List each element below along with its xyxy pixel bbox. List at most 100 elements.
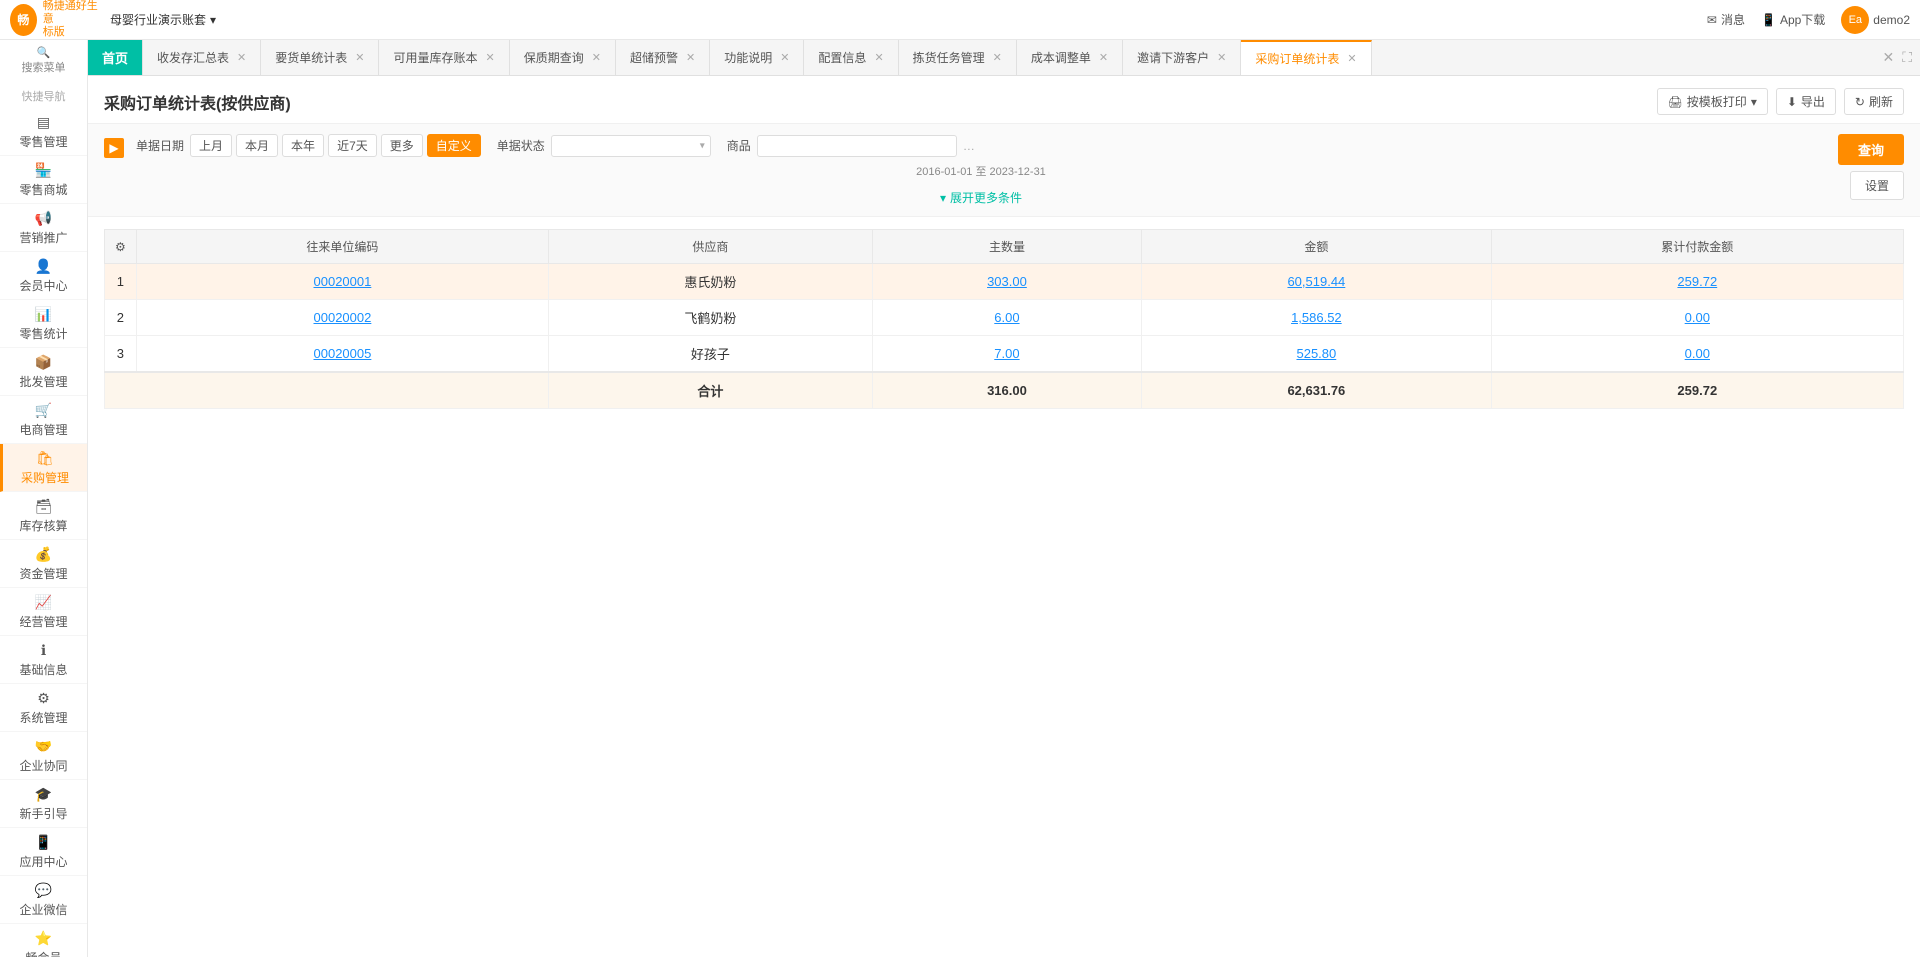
retail-mall-icon: 🏪: [35, 162, 52, 179]
row3-code[interactable]: 00020005: [136, 336, 548, 373]
close-tab-config-info[interactable]: ✕: [874, 51, 883, 64]
tab-function-desc[interactable]: 功能说明 ✕: [710, 40, 804, 76]
filter-group-goods: 商品 …: [727, 135, 975, 157]
tab-config-info[interactable]: 配置信息 ✕: [804, 40, 898, 76]
close-tab-receive-summary[interactable]: ✕: [237, 51, 246, 64]
tab-overstock-alert[interactable]: 超储预警 ✕: [616, 40, 710, 76]
sidebar-item-finance[interactable]: 💰 资金管理: [0, 540, 87, 588]
row1-paid[interactable]: 259.72: [1491, 264, 1903, 300]
date-range-display: 2016-01-01 至 2023-12-31: [916, 163, 1046, 179]
date-btn-custom[interactable]: 自定义: [427, 134, 481, 157]
sidebar-item-member[interactable]: ⭐ 畅会员: [0, 924, 87, 957]
footer-amount: 62,631.76: [1142, 372, 1492, 409]
sidebar-item-retail-mgmt[interactable]: ▤ 零售管理: [0, 108, 87, 156]
ops-icon: 📈: [35, 594, 52, 611]
refresh-button[interactable]: ↻ 刷新: [1844, 88, 1904, 115]
table-row: 2 00020002 飞鹤奶粉 6.00 1,586.52 0.00: [105, 300, 1904, 336]
sidebar-item-retail-stats[interactable]: 📊 零售统计: [0, 300, 87, 348]
app-center-icon: 📱: [35, 834, 52, 851]
sidebar-item-marketing[interactable]: 📢 营销推广: [0, 204, 87, 252]
ecommerce-icon: 🛒: [35, 402, 52, 419]
close-tab-pick-task-mgmt[interactable]: ✕: [993, 51, 1002, 64]
sidebar-item-wholesale-mgmt[interactable]: 📦 批发管理: [0, 348, 87, 396]
filter-toggle-btn[interactable]: ▶: [104, 138, 124, 158]
close-tab-invite-downstream[interactable]: ✕: [1217, 51, 1226, 64]
close-tab-warranty-query[interactable]: ✕: [592, 51, 601, 64]
maximize-btn[interactable]: ⛶: [1902, 49, 1912, 66]
row3-paid[interactable]: 0.00: [1491, 336, 1903, 373]
sidebar-item-member-center[interactable]: 👤 会员中心: [0, 252, 87, 300]
row3-qty[interactable]: 7.00: [872, 336, 1141, 373]
sidebar-item-basic-info[interactable]: ℹ 基础信息: [0, 636, 87, 684]
workspace-selector[interactable]: 母婴行业演示账套 ▾: [110, 11, 1695, 28]
col-code: 往来单位编码: [136, 230, 548, 264]
tab-purchase-order-stats[interactable]: 采购订单统计表 ✕: [1241, 40, 1371, 76]
date-btn-last-month[interactable]: 上月: [190, 134, 232, 157]
tab-cost-adjust[interactable]: 成本调整单 ✕: [1017, 40, 1123, 76]
close-tab-purchase-summary[interactable]: ✕: [355, 51, 364, 64]
logo-area: 畅 畅捷通好生意 标版: [10, 0, 98, 39]
user-profile[interactable]: Ea demo2: [1841, 6, 1910, 34]
date-btn-7days[interactable]: 近7天: [328, 134, 377, 157]
print-button[interactable]: 🖨 按模板打印 ▾: [1657, 88, 1768, 115]
status-select[interactable]: [551, 135, 711, 157]
row2-qty[interactable]: 6.00: [872, 300, 1141, 336]
date-btn-more[interactable]: 更多: [381, 134, 423, 157]
sidebar-item-enterprise-wechat[interactable]: 💬 企业微信: [0, 876, 87, 924]
sidebar-item-sys-mgmt[interactable]: ⚙ 系统管理: [0, 684, 87, 732]
sidebar-item-ecommerce-mgmt[interactable]: 🛒 电商管理: [0, 396, 87, 444]
close-all-tabs-btn[interactable]: ✕: [1882, 49, 1894, 66]
row2-seq: 2: [105, 300, 137, 336]
sidebar: 🔍 搜索菜单 快捷导航 ▤ 零售管理 🏪 零售商城 📢 营销推广 👤 会员中心 …: [0, 40, 88, 957]
row3-amount[interactable]: 525.80: [1142, 336, 1492, 373]
content-area: 首页 收发存汇总表 ✕ 要货单统计表 ✕ 可用量库存账本 ✕ 保质期查询 ✕ 超…: [88, 40, 1920, 957]
date-btn-this-month[interactable]: 本月: [236, 134, 278, 157]
query-button[interactable]: 查询: [1838, 134, 1904, 165]
close-tab-overstock-alert[interactable]: ✕: [686, 51, 695, 64]
expand-more-btn[interactable]: ▾ 展开更多条件: [940, 189, 1022, 206]
message-btn[interactable]: ✉ 消息: [1707, 11, 1745, 28]
export-icon: ⬇: [1787, 95, 1797, 109]
sidebar-item-enterprise-collab[interactable]: 🤝 企业协同: [0, 732, 87, 780]
close-tab-cost-adjust[interactable]: ✕: [1099, 51, 1108, 64]
date-btn-this-year[interactable]: 本年: [282, 134, 324, 157]
row1-qty[interactable]: 303.00: [872, 264, 1141, 300]
setting-button[interactable]: 设置: [1850, 171, 1904, 200]
row2-amount[interactable]: 1,586.52: [1142, 300, 1492, 336]
sidebar-item-ops-mgmt[interactable]: 📈 经营管理: [0, 588, 87, 636]
tab-receive-summary[interactable]: 收发存汇总表 ✕: [143, 40, 261, 76]
row1-amount[interactable]: 60,519.44: [1142, 264, 1492, 300]
purchase-icon: 🛍: [36, 450, 54, 467]
tab-bar: 首页 收发存汇总表 ✕ 要货单统计表 ✕ 可用量库存账本 ✕ 保质期查询 ✕ 超…: [88, 40, 1920, 76]
sidebar-item-purchase-mgmt[interactable]: 🛍 采购管理: [0, 444, 87, 492]
goods-more-btn[interactable]: …: [963, 139, 975, 153]
sidebar-search[interactable]: 🔍 搜索菜单: [0, 40, 87, 80]
row1-code[interactable]: 00020001: [136, 264, 548, 300]
row1-seq: 1: [105, 264, 137, 300]
tab-available-inventory[interactable]: 可用量库存账本 ✕: [379, 40, 509, 76]
message-icon: ✉: [1707, 13, 1717, 27]
sidebar-item-retail-mall[interactable]: 🏪 零售商城: [0, 156, 87, 204]
goods-input[interactable]: [757, 135, 957, 157]
data-table: ⚙ 往来单位编码 供应商 主数量 金额 累计付款金额 1 00020001 惠氏: [104, 229, 1904, 409]
close-tab-available-inventory[interactable]: ✕: [486, 51, 495, 64]
tab-home[interactable]: 首页: [88, 40, 143, 76]
row2-paid[interactable]: 0.00: [1491, 300, 1903, 336]
tab-warranty-query[interactable]: 保质期查询 ✕: [510, 40, 616, 76]
retail-stats-icon: 📊: [35, 306, 52, 323]
sidebar-quick-nav[interactable]: 快捷导航: [0, 80, 87, 108]
close-tab-purchase-order-stats[interactable]: ✕: [1347, 52, 1356, 65]
app-download-btn[interactable]: 📱 App下载: [1761, 11, 1825, 28]
close-tab-function-desc[interactable]: ✕: [780, 51, 789, 64]
sidebar-item-inventory[interactable]: 🗃 库存核算: [0, 492, 87, 540]
footer-empty: [105, 372, 549, 409]
sidebar-item-new-guide[interactable]: 🎓 新手引导: [0, 780, 87, 828]
goods-label: 商品: [727, 137, 751, 154]
export-button[interactable]: ⬇ 导出: [1776, 88, 1836, 115]
tab-purchase-summary[interactable]: 要货单统计表 ✕: [261, 40, 379, 76]
row2-code[interactable]: 00020002: [136, 300, 548, 336]
tab-invite-downstream[interactable]: 邀请下游客户 ✕: [1123, 40, 1241, 76]
footer-label: 合计: [549, 372, 873, 409]
tab-pick-task-mgmt[interactable]: 拣货任务管理 ✕: [899, 40, 1017, 76]
sidebar-item-app-center[interactable]: 📱 应用中心: [0, 828, 87, 876]
